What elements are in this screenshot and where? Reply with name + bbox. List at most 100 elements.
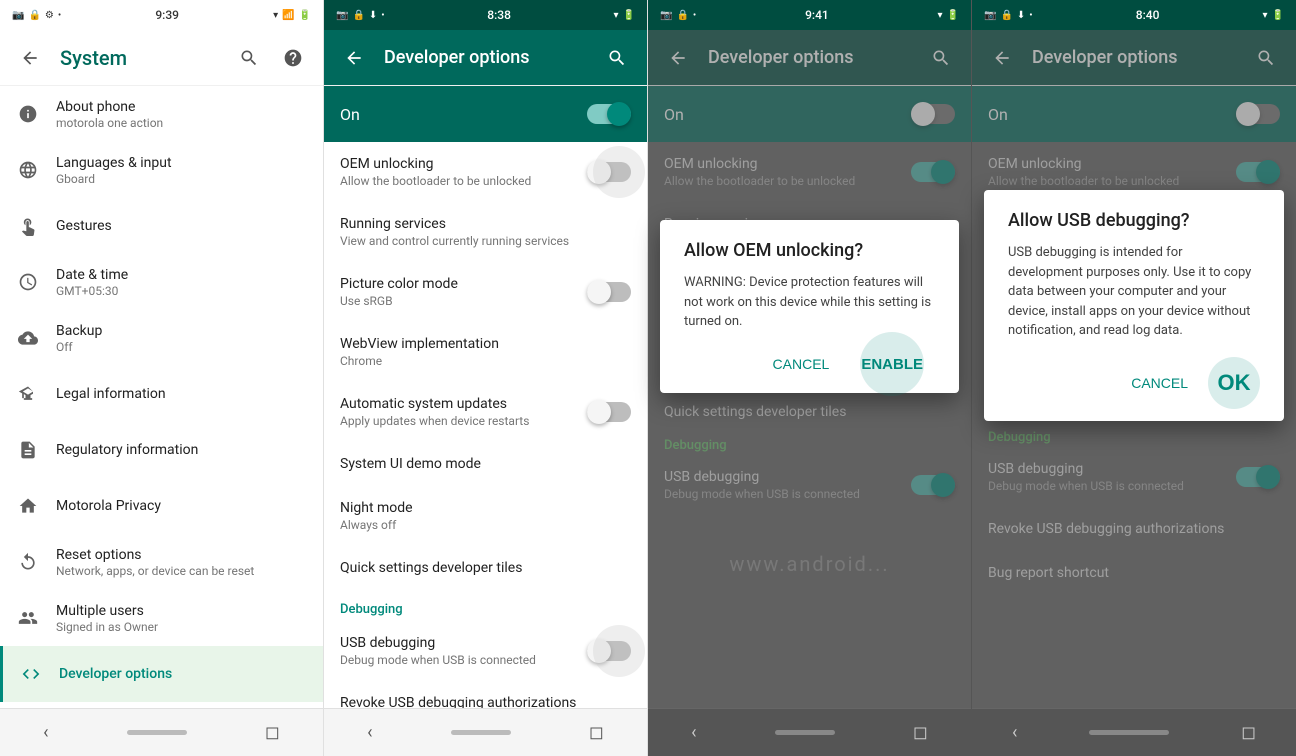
sim-icon-4: 📷 [984,10,996,21]
sidebar-item-datetime[interactable]: Date & time GMT+05:30 [0,254,323,310]
developer-icon [19,662,43,686]
home-indicator-4[interactable] [1089,730,1169,735]
home-indicator-1[interactable] [127,730,187,735]
back-button-2[interactable] [340,44,368,72]
settings-revoke-2[interactable]: Revoke USB debugging authorizations [324,681,647,708]
sidebar-item-legal[interactable]: Legal information [0,366,323,422]
legal-icon [16,382,40,406]
dl-icon-2: ⬇ [369,10,377,21]
sidebar-item-privacy[interactable]: Motorola Privacy [0,478,323,534]
autoupdate-label-2: Automatic system updates [340,396,529,412]
sidebar-item-languages[interactable]: Languages & input Gboard [0,142,323,198]
dev-on-toggle-2[interactable] [587,102,631,126]
panel-oem-dialog: 📷 🔒 • 9:41 ▾ 🔋 Developer options On [648,0,972,756]
oem-sub-3: Allow the bootloader to be unlocked [664,174,855,188]
privacy-label: Motorola Privacy [56,498,307,514]
usb-ok-button-4[interactable]: OK [1208,357,1260,409]
languages-text: Languages & input Gboard [56,155,307,186]
back-nav-1[interactable]: ‹ [35,714,56,751]
oem-toggle-2[interactable] [587,160,631,184]
status-time-3: 9:41 [805,8,829,22]
settings-oem-2[interactable]: OEM unlocking Allow the bootloader to be… [324,142,647,202]
settings-color-2[interactable]: Picture color mode Use sRGB [324,262,647,322]
revoke-item-4: Revoke USB debugging authorizations [972,507,1296,551]
oem-label-4: OEM unlocking [988,156,1179,172]
languages-sub: Gboard [56,172,307,186]
usb-toggle-2[interactable] [587,639,631,663]
usb-sub-4: Debug mode when USB is connected [988,479,1184,493]
status-right-icons-1: ▾ 📶 🔋 [273,10,311,21]
app-bar-3: Developer options [648,30,971,86]
gestures-label: Gestures [56,218,307,234]
battery-icon-4: 🔋 [1272,10,1284,21]
back-button-1[interactable] [16,44,44,72]
oem-thumb-ripple-2 [593,146,645,198]
settings-webview-2[interactable]: WebView implementation Chrome [324,322,647,382]
sidebar-item-backup[interactable]: Backup Off [0,310,323,366]
recent-nav-1[interactable]: ◻ [257,714,288,751]
back-nav-2[interactable]: ‹ [359,714,380,751]
sidebar-item-users[interactable]: Multiple users Signed in as Owner [0,590,323,646]
usb-cancel-button-4[interactable]: Cancel [1119,357,1200,409]
oem-sub-4: Allow the bootloader to be unlocked [988,174,1179,188]
usb-thumb-ripple-2 [593,625,645,677]
bottom-nav-3: ‹ ◻ [648,708,971,756]
dev-on-label-3: On [664,105,911,124]
help-button-1[interactable] [279,44,307,72]
dot-icon-3: • [693,10,696,21]
backup-sub: Off [56,340,307,354]
settings-usb-2[interactable]: USB debugging Debug mode when USB is con… [324,621,647,681]
wifi-icon-4: ▾ [1263,10,1268,21]
wifi-icon-3: ▾ [938,10,943,21]
panel-usb-dialog: 📷 🔒 ⬇ • 8:40 ▾ 🔋 Developer options On [972,0,1296,756]
sidebar-item-about-phone[interactable]: About phone motorola one action [0,86,323,142]
settings-night-2[interactable]: Night mode Always off [324,486,647,546]
recent-nav-3[interactable]: ◻ [905,714,936,751]
sim-icon-3: 📷 [660,10,672,21]
dev-on-label-4: On [988,105,1236,124]
autoupdate-toggle-2[interactable] [587,400,631,424]
system-title: System [60,46,219,70]
dev-on-toggle-4 [1236,102,1280,126]
developer-label: Developer options [59,666,307,682]
color-toggle-2[interactable] [587,280,631,304]
sidebar-item-regulatory[interactable]: Regulatory information [0,422,323,478]
home-indicator-3[interactable] [775,730,835,735]
bottom-nav-4: ‹ ◻ [972,708,1296,756]
lock-icon-2: 🔒 [352,10,364,21]
settings-running-2[interactable]: Running services View and control curren… [324,202,647,262]
dev-on-label-2: On [340,105,587,124]
debug-section-4: Debugging [972,426,1296,447]
oem-thumb-3 [931,160,955,184]
panel-system-settings: 📷 🔒 ⚙ • 9:39 ▾ 📶 🔋 System [0,0,324,756]
search-button-2[interactable] [603,44,631,72]
sidebar-item-developer[interactable]: Developer options [0,646,323,702]
search-button-1[interactable] [235,44,263,72]
home-indicator-2[interactable] [451,730,511,735]
quicktiles-item-3: Quick settings developer tiles [648,390,971,434]
settings-demo-2[interactable]: System UI demo mode [324,442,647,486]
oem-cancel-button-3[interactable]: Cancel [761,348,842,381]
back-nav-4[interactable]: ‹ [1004,714,1025,751]
regulatory-label: Regulatory information [56,442,307,458]
sidebar-item-reset[interactable]: Reset options Network, apps, or device c… [0,534,323,590]
usb-dialog-title-4: Allow USB debugging? [1008,210,1260,231]
usb-label-3: USB debugging [664,469,860,485]
recent-nav-4[interactable]: ◻ [1233,714,1264,751]
reset-text: Reset options Network, apps, or device c… [56,547,307,578]
recent-nav-2[interactable]: ◻ [581,714,612,751]
dev-on-toggle-3 [911,102,955,126]
dev-on-bar-4: On [972,86,1296,142]
panel-developer-options: 📷 🔒 ⬇ • 8:38 ▾ 🔋 Developer options On [324,0,648,756]
app-bar-dev-2: Developer options [324,30,647,86]
debugging-section-2: Debugging [324,590,647,621]
search-button-3 [927,44,955,72]
settings-autoupdate-2[interactable]: Automatic system updates Apply updates w… [324,382,647,442]
about-phone-label: About phone [56,99,307,115]
users-label: Multiple users [56,603,307,619]
settings-quicktiles-2[interactable]: Quick settings developer tiles [324,546,647,590]
oem-enable-button-3[interactable]: Enable [849,348,935,381]
back-nav-3[interactable]: ‹ [683,714,704,751]
sidebar-item-gestures[interactable]: Gestures [0,198,323,254]
status-left-4: 📷 🔒 ⬇ • [984,10,1033,21]
